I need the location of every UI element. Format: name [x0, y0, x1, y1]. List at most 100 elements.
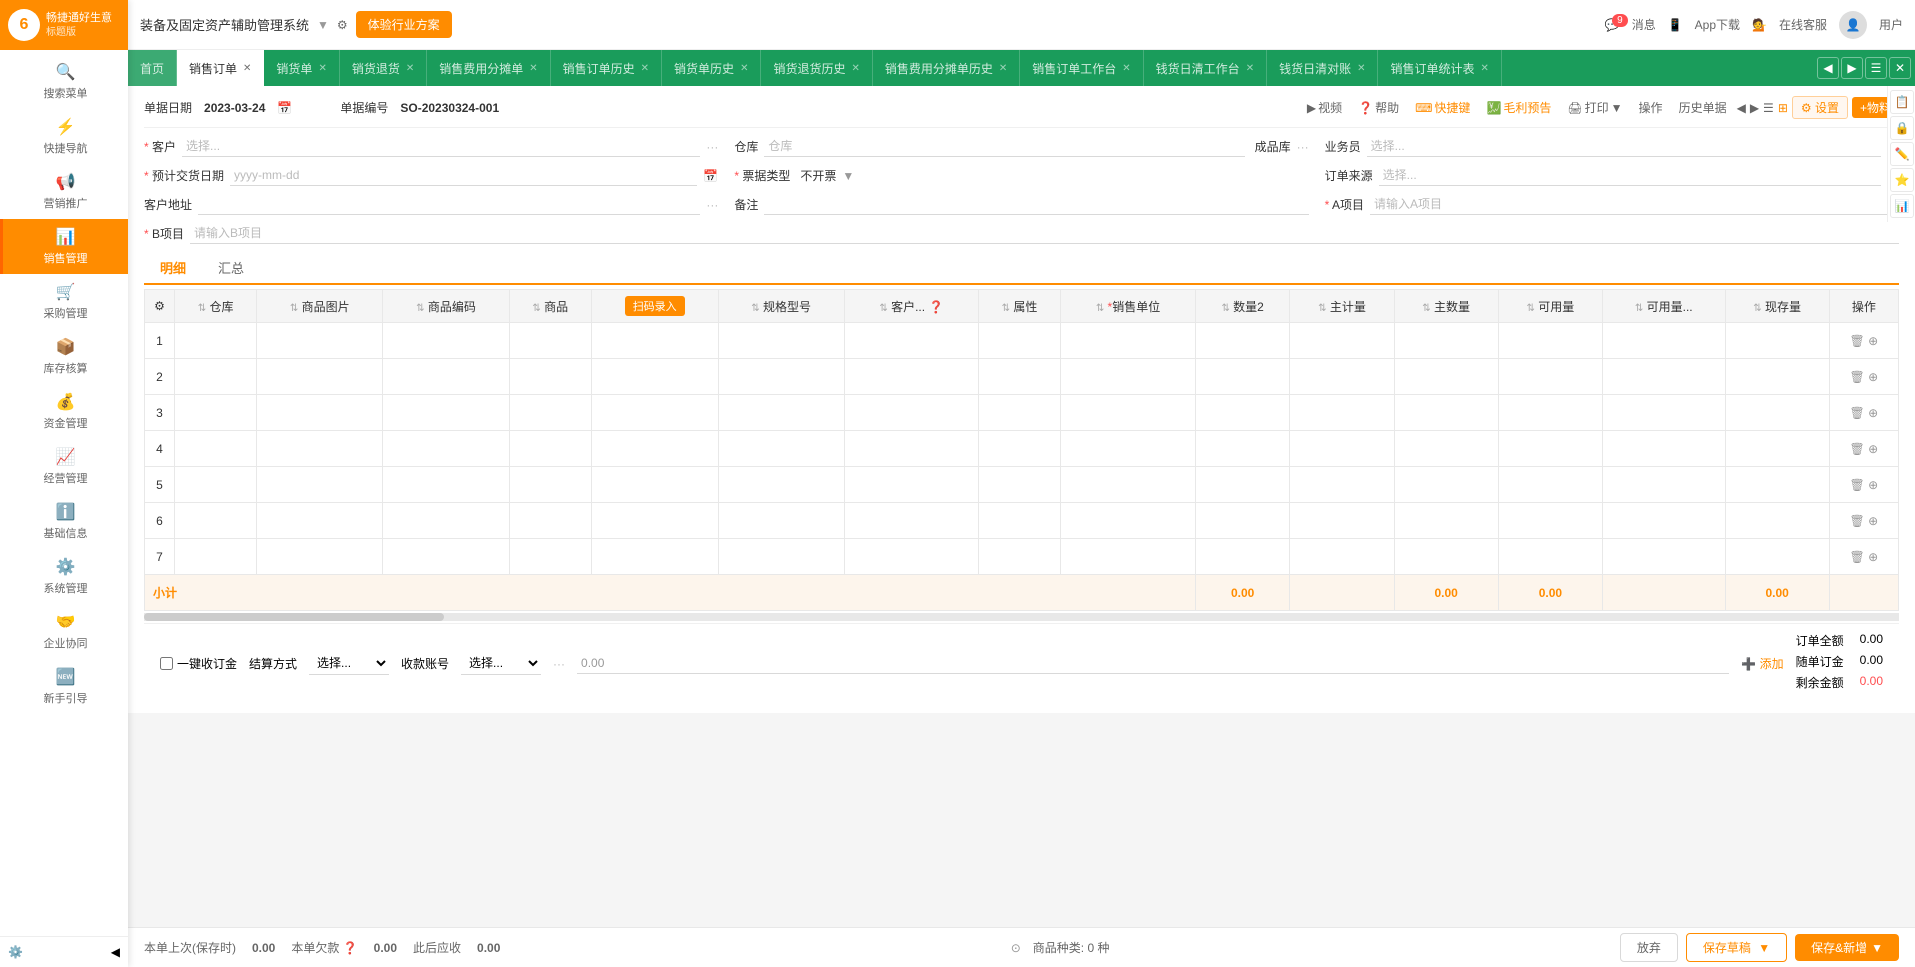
tab-next-button[interactable]: ▶ — [1841, 57, 1863, 79]
tab-sales-order-history[interactable]: 销售订单历史 ✕ — [551, 50, 662, 86]
tab-sales-stats[interactable]: 销售订单统计表 ✕ — [1378, 50, 1501, 86]
online-service-label[interactable]: 在线客服 — [1779, 16, 1827, 33]
order-source-input[interactable] — [1379, 165, 1881, 186]
notes-input[interactable] — [764, 194, 1308, 215]
amount-input[interactable] — [577, 653, 1729, 674]
cell-qty2[interactable] — [1195, 323, 1289, 359]
one-click-checkbox-input[interactable] — [160, 657, 173, 670]
sidebar-item-sales[interactable]: 📊 销售管理 — [0, 219, 128, 274]
nav-next-icon[interactable]: ▶ — [1750, 101, 1759, 115]
copy-icon[interactable]: ⊕ — [1868, 550, 1878, 564]
address-dots[interactable]: ··· — [706, 198, 718, 212]
delete-icon[interactable]: 🗑 — [1850, 370, 1865, 384]
sidebar-item-system[interactable]: ⚙️ 系统管理 — [0, 549, 128, 604]
tab-close-icon[interactable]: ✕ — [999, 63, 1007, 74]
tab-close-icon[interactable]: ✕ — [1481, 63, 1489, 74]
tab-home[interactable]: 首页 — [128, 50, 177, 86]
scan-input-button[interactable]: 扫码录入 — [625, 296, 685, 316]
delivery-input[interactable] — [230, 165, 697, 186]
sidebar-item-quick-nav[interactable]: ⚡ 快捷导航 — [0, 109, 128, 164]
tab-sales-expense[interactable]: 销售费用分摊单 ✕ — [427, 50, 550, 86]
copy-icon[interactable]: ⊕ — [1868, 406, 1878, 420]
settings-button[interactable]: ⚙ 设置 — [1792, 96, 1848, 119]
table-scrollbar[interactable] — [144, 613, 1899, 621]
copy-icon[interactable]: ⊕ — [1868, 514, 1878, 528]
cell-sales-unit[interactable] — [1061, 323, 1196, 359]
sidebar-item-base-info[interactable]: ℹ️ 基础信息 — [0, 494, 128, 549]
tab-close-icon[interactable]: ✕ — [851, 63, 859, 74]
save-draft-arrow-icon[interactable]: ▼ — [1758, 941, 1770, 955]
salesman-input[interactable] — [1367, 136, 1881, 157]
delete-icon[interactable]: 🗑 — [1850, 334, 1865, 348]
tab-close-icon[interactable]: ✕ — [641, 63, 649, 74]
cell-available[interactable] — [1498, 323, 1602, 359]
sidebar-item-operations[interactable]: 📈 经营管理 — [0, 439, 128, 494]
print-btn[interactable]: 🖨 打印 ▼ — [1561, 97, 1628, 118]
tab-detail[interactable]: 明细 — [144, 252, 202, 285]
app-download-label[interactable]: App下载 — [1695, 16, 1740, 33]
user-label[interactable]: 用户 — [1879, 16, 1903, 33]
tool-btn-3[interactable]: ✏️ — [1890, 142, 1914, 166]
cell-main-unit[interactable] — [1290, 323, 1394, 359]
cell-main-qty[interactable] — [1394, 323, 1498, 359]
tab-cash-reconcile[interactable]: 钱货日清对账 ✕ — [1267, 50, 1378, 86]
delivery-calendar-icon[interactable]: 📅 — [703, 169, 718, 183]
copy-icon[interactable]: ⊕ — [1868, 334, 1878, 348]
tab-close-icon[interactable]: ✕ — [1122, 63, 1130, 74]
tab-sales-expense-history[interactable]: 销售费用分摊单历史 ✕ — [873, 50, 1020, 86]
tab-close-icon[interactable]: ✕ — [318, 63, 326, 74]
list-view-icon[interactable]: ☰ — [1763, 101, 1774, 115]
tab-sales-receipt[interactable]: 销货单 ✕ — [264, 50, 339, 86]
sidebar-item-purchase[interactable]: 🛒 采购管理 — [0, 274, 128, 329]
delete-icon[interactable]: 🗑 — [1850, 442, 1865, 456]
tab-sales-workbench[interactable]: 销售订单工作台 ✕ — [1020, 50, 1143, 86]
copy-icon[interactable]: ⊕ — [1868, 478, 1878, 492]
cell-warehouse[interactable] — [175, 323, 257, 359]
scroll-thumb[interactable] — [144, 613, 444, 621]
payment-method-select[interactable]: 选择... — [309, 652, 389, 675]
settings-gear-icon[interactable]: ⚙ — [337, 18, 348, 32]
shortcut-btn[interactable]: ⌨ 快捷键 — [1409, 97, 1476, 118]
tool-btn-2[interactable]: 🔒 — [1890, 116, 1914, 140]
copy-icon[interactable]: ⊕ — [1868, 370, 1878, 384]
tab-close-all-button[interactable]: ✕ — [1889, 57, 1911, 79]
profit-btn[interactable]: 💹 毛利预告 — [1480, 97, 1557, 118]
nav-prev-icon[interactable]: ◀ — [1737, 101, 1746, 115]
tab-prev-button[interactable]: ◀ — [1817, 57, 1839, 79]
tab-sales-return-history[interactable]: 销货退货历史 ✕ — [761, 50, 872, 86]
sidebar-item-enterprise[interactable]: 🤝 企业协同 — [0, 604, 128, 659]
discard-button[interactable]: 放弃 — [1620, 933, 1678, 962]
sidebar-item-finance[interactable]: 💰 资金管理 — [0, 384, 128, 439]
sidebar-item-marketing[interactable]: 📢 营销推广 — [0, 164, 128, 219]
operations-btn[interactable]: 操作 — [1633, 97, 1669, 118]
tool-btn-1[interactable]: 📋 — [1890, 90, 1914, 114]
industry-plan-button[interactable]: 体验行业方案 — [356, 11, 452, 38]
invoice-dropdown-icon[interactable]: ▼ — [842, 169, 854, 183]
history-btn[interactable]: 历史单据 — [1673, 97, 1733, 118]
b-project-input[interactable] — [190, 223, 1899, 244]
add-payment-button[interactable]: ➕ 添加 — [1741, 655, 1783, 672]
tab-close-icon[interactable]: ✕ — [1357, 63, 1365, 74]
address-input[interactable] — [198, 194, 700, 215]
cell-attribute[interactable] — [978, 323, 1060, 359]
cell-product[interactable] — [509, 323, 591, 359]
warehouse-input[interactable] — [764, 136, 1244, 157]
tool-btn-4[interactable]: ⭐ — [1890, 168, 1914, 192]
col-settings[interactable]: ⚙ — [145, 290, 175, 323]
tab-close-icon[interactable]: ✕ — [243, 63, 251, 74]
tab-close-icon[interactable]: ✕ — [1246, 63, 1254, 74]
one-click-settlement-checkbox[interactable]: 一键收订金 — [160, 655, 237, 672]
customer-dots[interactable]: ··· — [706, 140, 718, 154]
a-project-input[interactable] — [1370, 194, 1899, 215]
cell-stock[interactable] — [1725, 323, 1829, 359]
cell-product-code[interactable] — [383, 323, 509, 359]
save-new-arrow-icon[interactable]: ▼ — [1871, 941, 1883, 955]
tab-sales-order[interactable]: 销售订单 ✕ — [177, 50, 264, 86]
tab-close-icon[interactable]: ✕ — [529, 63, 537, 74]
account-dots[interactable]: ··· — [553, 657, 565, 671]
messages-label[interactable]: 消息 — [1632, 16, 1656, 33]
tab-summary[interactable]: 汇总 — [202, 252, 260, 285]
cell-image[interactable] — [257, 323, 383, 359]
cell-available2[interactable] — [1602, 323, 1725, 359]
view-video-btn[interactable]: ▶ 视频 — [1301, 97, 1348, 118]
